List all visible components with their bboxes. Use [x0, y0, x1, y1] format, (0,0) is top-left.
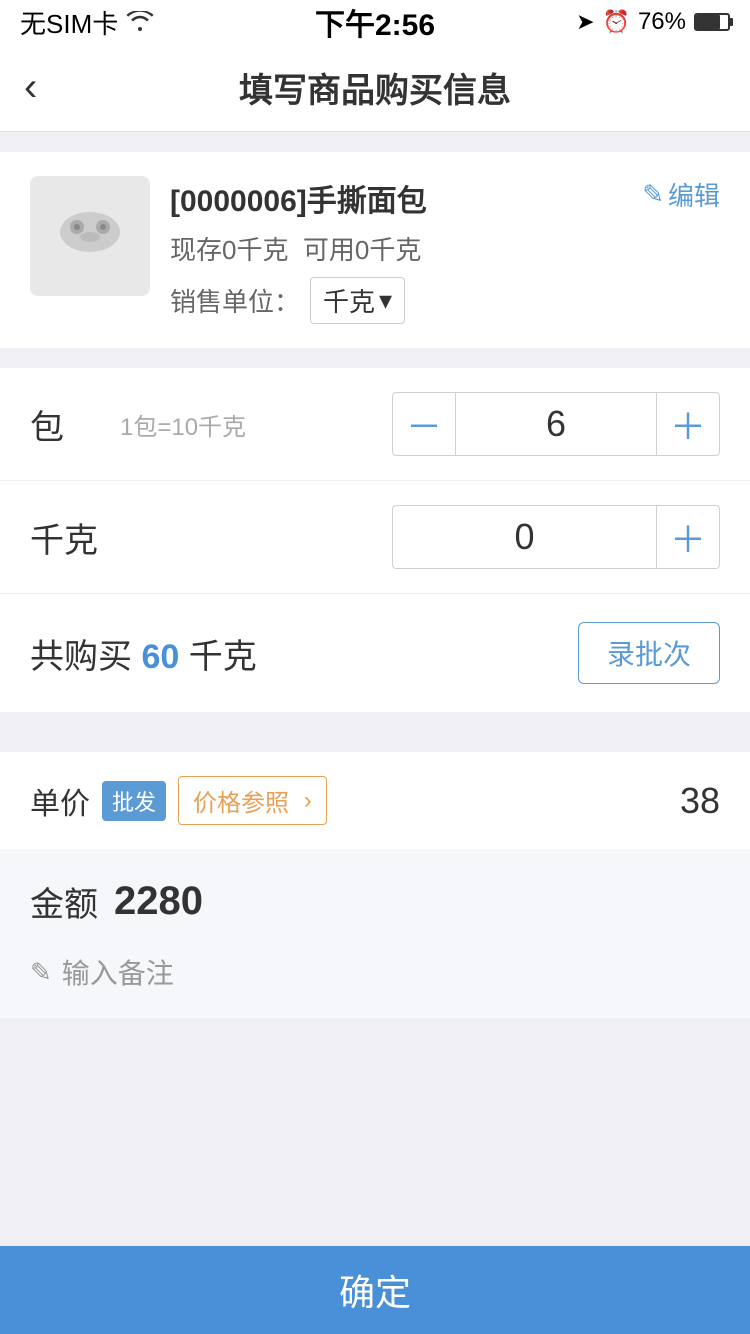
back-button[interactable]: ‹ — [24, 65, 37, 110]
hint-bao: 1包=10千克 — [120, 407, 392, 442]
alarm-icon: ⏰ — [603, 9, 630, 35]
edit-icon: ✎ — [642, 179, 664, 210]
remark-placeholder: 输入备注 — [62, 952, 174, 992]
remark-row[interactable]: ✎ 输入备注 — [30, 942, 720, 1002]
minus-button-bao[interactable]: － — [392, 392, 456, 456]
status-bar: 无SIM卡 下午2:56 ➤ ⏰ 76% — [0, 0, 750, 44]
amount-section: 金额 2280 ✎ 输入备注 — [0, 849, 750, 1018]
plus-button-bao[interactable]: ＋ — [656, 392, 720, 456]
label-bao: 包 — [30, 400, 110, 449]
product-card: [0000006]手撕面包 现存0千克 可用0千克 销售单位： 千克 ▾ ✎ 编… — [0, 152, 750, 348]
product-unit: 销售单位： 千克 ▾ — [170, 277, 720, 324]
product-name: [0000006]手撕面包 — [170, 176, 720, 220]
separator-1 — [0, 348, 750, 368]
status-time: 下午2:56 — [315, 0, 435, 44]
wifi-icon — [126, 7, 154, 38]
total-text: 共购买 60 千克 — [30, 629, 257, 678]
amount-label: 金额 — [30, 877, 98, 926]
separator-2 — [0, 712, 750, 732]
page-title: 填写商品购买信息 — [239, 63, 511, 112]
quantity-input-bao[interactable] — [456, 392, 656, 456]
battery-text: 76% — [638, 8, 686, 36]
price-label: 单价 — [30, 779, 90, 823]
batch-button[interactable]: 录批次 — [578, 622, 720, 684]
price-label-area: 单价 批发 价格参照 › — [30, 776, 327, 825]
price-section: 单价 批发 价格参照 › 38 — [0, 752, 750, 849]
plus-button-kg[interactable]: ＋ — [656, 505, 720, 569]
location-icon: ➤ — [576, 9, 594, 35]
quantity-input-kg[interactable] — [392, 505, 656, 569]
quantity-row-kg: 千克 ＋ — [0, 481, 750, 594]
price-ref-button[interactable]: 价格参照 › — [178, 776, 327, 825]
controls-bao: － ＋ — [392, 392, 720, 456]
chevron-down-icon: ▾ — [379, 285, 392, 316]
quantity-row-bao: 包 1包=10千克 － ＋ — [0, 368, 750, 481]
confirm-button[interactable]: 确定 — [0, 1246, 750, 1334]
amount-row: 金额 2280 — [30, 877, 720, 926]
product-stock: 现存0千克 可用0千克 — [170, 230, 720, 267]
amount-value: 2280 — [114, 879, 203, 924]
status-right: ➤ ⏰ 76% — [576, 8, 730, 36]
product-info: [0000006]手撕面包 现存0千克 可用0千克 销售单位： 千克 ▾ — [170, 176, 720, 324]
price-tag: 批发 — [102, 781, 166, 821]
quantity-section: 包 1包=10千克 － ＋ 千克 ＋ — [0, 368, 750, 594]
label-kg: 千克 — [30, 513, 110, 562]
nav-bar: ‹ 填写商品购买信息 — [0, 44, 750, 132]
controls-kg: ＋ — [392, 505, 720, 569]
edit-button[interactable]: ✎ 编辑 — [642, 176, 720, 213]
total-row: 共购买 60 千克 录批次 — [0, 594, 750, 712]
price-value: 38 — [680, 780, 720, 822]
product-image — [30, 176, 150, 296]
carrier-text: 无SIM卡 — [20, 4, 118, 41]
battery-icon — [694, 13, 730, 31]
product-image-placeholder — [55, 207, 125, 266]
status-left: 无SIM卡 — [20, 4, 154, 41]
pencil-icon: ✎ — [30, 957, 52, 988]
unit-dropdown[interactable]: 千克 ▾ — [310, 277, 405, 324]
